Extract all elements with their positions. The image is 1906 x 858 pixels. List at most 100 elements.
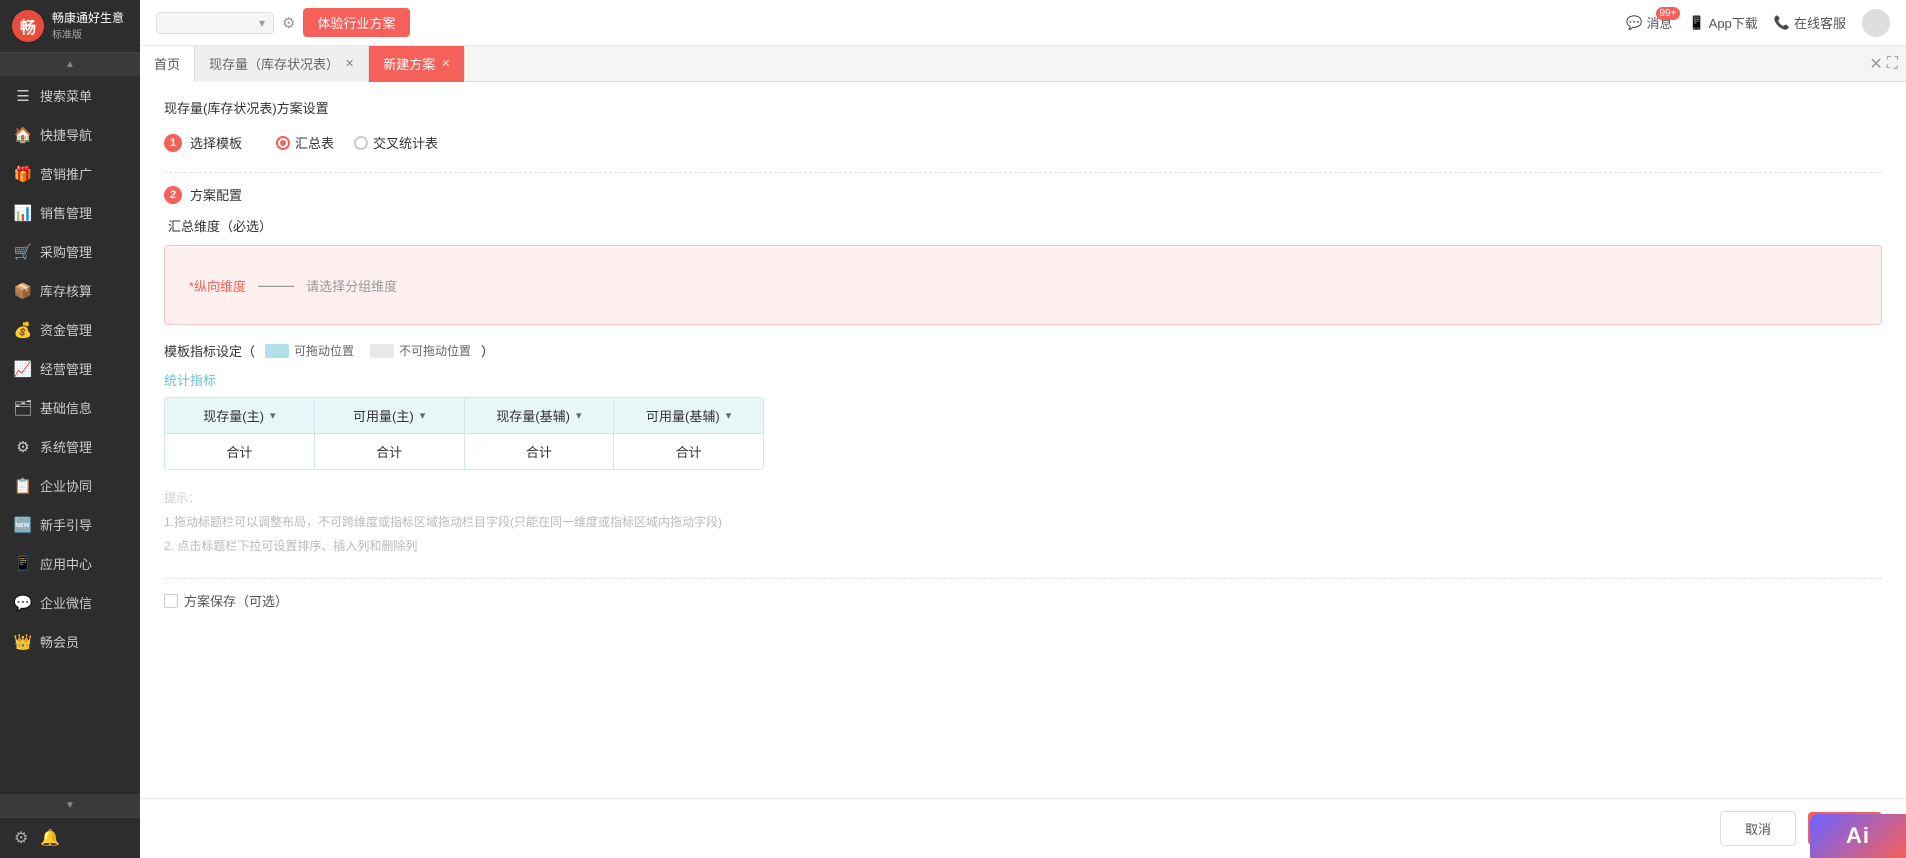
step1-header: 1 选择模板 汇总表 交叉统计表 [164,133,1882,152]
save-option-label: 方案保存（可选） [184,591,288,610]
bottom-bar: 取消 查询 [140,798,1906,858]
app-icon: 📱 [1688,15,1704,31]
sidebar-item-label: 应用中心 [40,554,92,573]
col-2-dropdown[interactable]: ▾ [576,409,582,422]
tab-home[interactable]: 首页 [140,46,195,82]
save-checkbox[interactable] [164,594,178,608]
scroll-up-arrow[interactable]: ▲ [63,57,77,72]
legend-drag: 可拖动位置 [265,342,354,359]
sidebar-item-collab[interactable]: 📋 企业协同 [0,466,140,505]
indicators-label: 模板指标设定（ 可拖动位置 不可拖动位置 ） [164,341,1882,360]
step1-badge: 1 [164,134,182,152]
tab-new-plan[interactable]: 新建方案 ✕ [369,46,465,82]
sidebar-item-label: 企业协同 [40,476,92,495]
topbar-app-btn[interactable]: 📱 App下载 [1688,13,1757,32]
stats-label: 统计指标 [164,370,1882,389]
dimension-arrow: —— [258,275,294,296]
stats-col-1[interactable]: 可用量(主) ▾ [315,398,465,433]
stats-col-0[interactable]: 现存量(主) ▾ [165,398,315,433]
tips-section: 提示： 1.拖动标题栏可以调整布局，不可跨维度或指标区域拖动栏目字段(只能在同一… [164,486,1882,558]
stats-cell-2: 合计 [465,434,615,469]
col-1-dropdown[interactable]: ▾ [420,409,426,422]
sidebar-item-operation[interactable]: 📈 经营管理 [0,349,140,388]
sidebar-scroll-down[interactable]: ▼ [0,794,140,817]
sidebar-item-guide[interactable]: 🆕 新手引导 [0,505,140,544]
col-3-label: 可用量(基辅) [646,406,720,425]
search-dropdown-btn[interactable]: ▾ [259,16,265,30]
box-icon: 📦 [14,282,32,300]
new-icon: 🆕 [14,516,32,534]
stats-col-2[interactable]: 现存量(基辅) ▾ [465,398,615,433]
topbar-gear-icon[interactable]: ⚙ [282,14,295,32]
sound-icon[interactable]: 🔔 [40,828,60,848]
sidebar-item-inventory[interactable]: 📦 库存核算 [0,271,140,310]
dimension-required-label: *纵向维度 [189,276,246,295]
sidebar-item-label: 营销推广 [40,164,92,183]
user-avatar[interactable] [1862,9,1890,37]
tip-item-1: 2. 点击标题栏下拉可设置排序、插入列和删除列 [164,539,417,553]
clipboard-icon: 📋 [14,477,32,495]
search-input[interactable] [165,16,255,30]
sidebar-item-label: 库存核算 [40,281,92,300]
topbar-service-btn[interactable]: 📞 在线客服 [1774,13,1846,32]
sidebar-item-marketing[interactable]: 🎁 营销推广 [0,154,140,193]
radio-summary[interactable] [276,136,290,150]
step2-badge: 2 [164,186,182,204]
stats-cell-1: 合计 [315,434,465,469]
sidebar-item-member[interactable]: 👑 畅会员 [0,622,140,661]
message-icon: 💬 [1626,15,1642,31]
sidebar-item-finance[interactable]: 💰 资金管理 [0,310,140,349]
money-icon: 💰 [14,321,32,339]
step2-title: 方案配置 [190,185,242,204]
radio-cross[interactable] [354,136,368,150]
sidebar-nav: ☰ 搜索菜单 🏠 快捷导航 🎁 营销推广 📊 销售管理 🛒 采购管理 📦 库存核… [0,76,140,794]
tab-new-plan-close[interactable]: ✕ [441,57,450,70]
sidebar-item-label: 资金管理 [40,320,92,339]
legend-drag-label: 可拖动位置 [294,342,354,359]
crown-icon: 👑 [14,633,32,651]
col-0-dropdown[interactable]: ▾ [270,409,276,422]
service-label: 在线客服 [1794,13,1846,32]
summary-dimension-label: 汇总维度（必选） [168,216,1882,235]
settings-icon[interactable]: ⚙ [14,828,28,848]
gear-icon: ⚙ [14,438,32,456]
app-logo-icon: 畅 [12,10,44,42]
tab-expand-icon[interactable]: ⛶ [1887,55,1898,73]
app-name: 畅康通好生意 [52,11,124,27]
search-menu-icon: ☰ [14,87,32,105]
sidebar-footer: ⚙ 🔔 [0,817,140,858]
sidebar-item-label: 畅会员 [40,632,79,651]
scroll-down-arrow[interactable]: ▼ [63,798,77,813]
template-option-summary[interactable]: 汇总表 [276,133,334,152]
stats-cell-3: 合计 [614,434,763,469]
sidebar-item-search-menu[interactable]: ☰ 搜索菜单 [0,76,140,115]
tip-item-0: 1.拖动标题栏可以调整布局，不可跨维度或指标区域拖动栏目字段(只能在同一维度或指… [164,515,722,529]
tab-close-all-icon[interactable]: ✕ [1869,54,1882,74]
ai-badge[interactable]: Ai [1810,814,1906,858]
col-1-label: 可用量(主) [353,406,414,425]
sidebar-item-basic[interactable]: 🗂 基础信息 [0,388,140,427]
app-version: 标准版 [52,26,124,41]
topbar-message-btn[interactable]: 💬 消息 99+ [1626,13,1672,32]
sidebar-item-system[interactable]: ⚙ 系统管理 [0,427,140,466]
sidebar-item-apps[interactable]: 📱 应用中心 [0,544,140,583]
tab-inventory-close[interactable]: ✕ [345,57,354,70]
template-options: 汇总表 交叉统计表 [276,133,438,152]
dimension-box[interactable]: *纵向维度 —— 请选择分组维度 [164,245,1882,325]
sidebar-item-purchase[interactable]: 🛒 采购管理 [0,232,140,271]
sidebar-item-sales[interactable]: 📊 销售管理 [0,193,140,232]
search-box[interactable]: ▾ [156,12,274,34]
sidebar-item-label: 经营管理 [40,359,92,378]
col-3-dropdown[interactable]: ▾ [726,409,732,422]
sidebar-item-quick-nav[interactable]: 🏠 快捷导航 [0,115,140,154]
sidebar-scroll-up[interactable]: ▲ [0,53,140,76]
tab-inventory[interactable]: 现存量（库存状况表） ✕ [195,46,369,82]
template-option-cross[interactable]: 交叉统计表 [354,133,438,152]
col-0-label: 现存量(主) [203,406,264,425]
sidebar-item-wechat[interactable]: 💬 企业微信 [0,583,140,622]
save-option[interactable]: 方案保存（可选） [164,591,1882,610]
stats-col-3[interactable]: 可用量(基辅) ▾ [614,398,763,433]
trial-btn[interactable]: 体验行业方案 [303,8,409,37]
sidebar-item-label: 基础信息 [40,398,92,417]
cancel-button[interactable]: 取消 [1720,811,1796,846]
